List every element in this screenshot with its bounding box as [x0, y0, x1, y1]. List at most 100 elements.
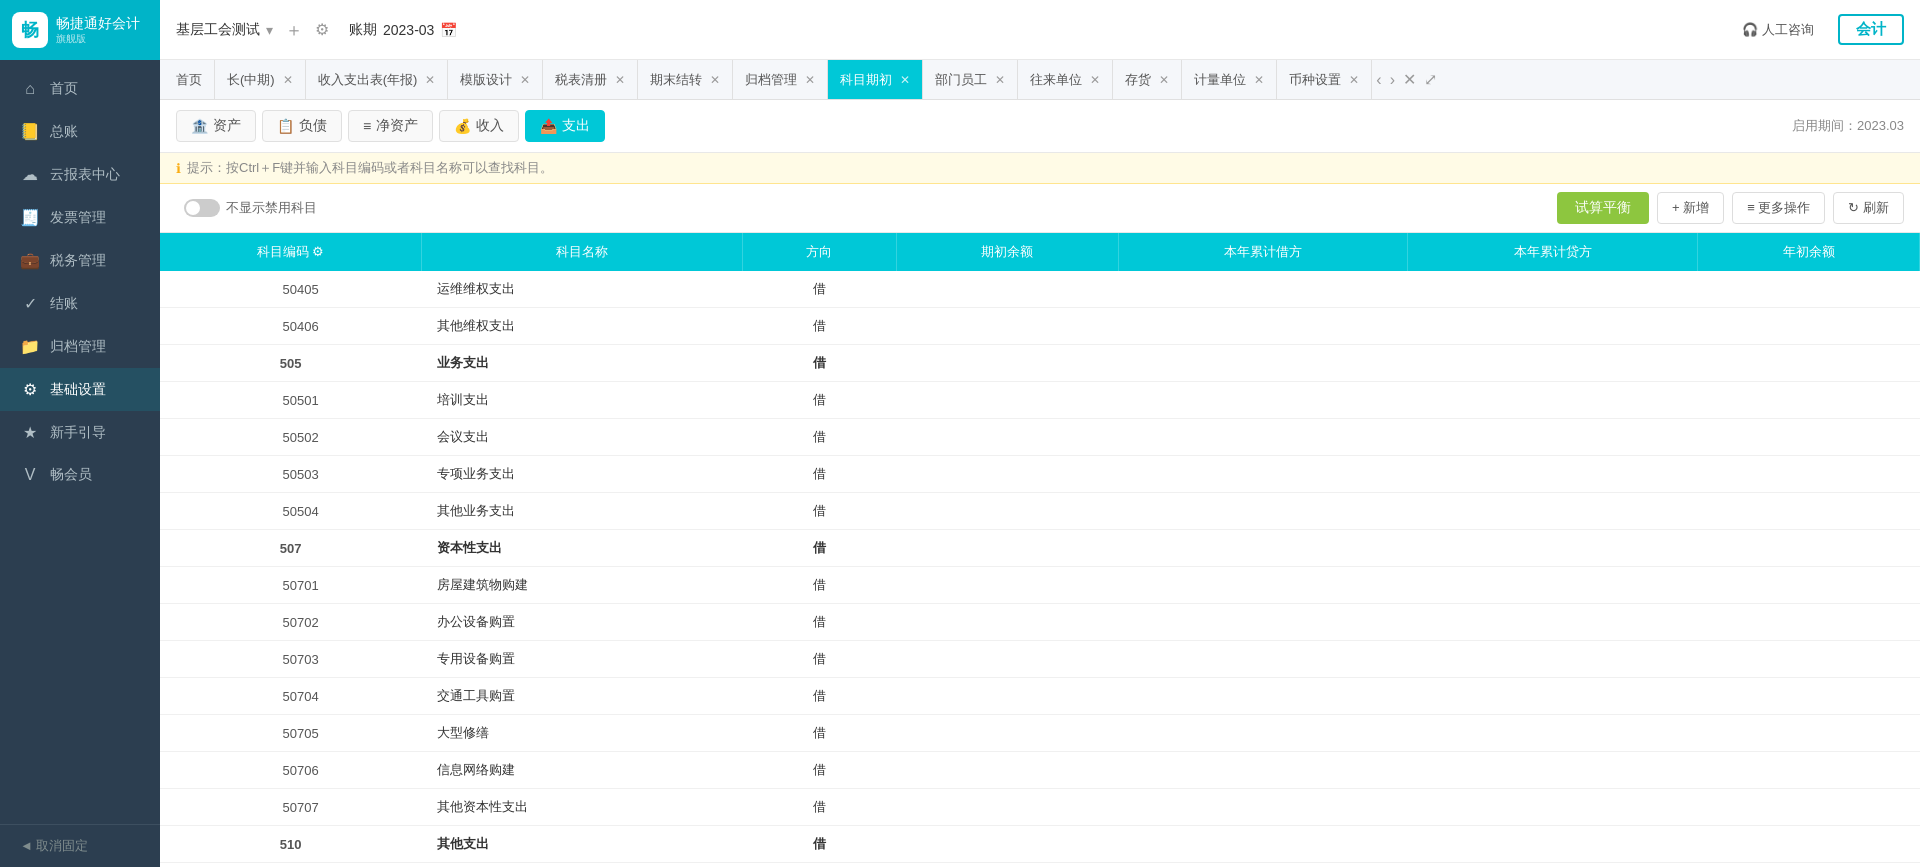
support-btn[interactable]: 🎧 人工咨询 — [1742, 21, 1814, 39]
table-row[interactable]: 50502 会议支出 借 — [160, 419, 1920, 456]
calendar-icon: 📅 — [440, 22, 457, 38]
tab-nav-prev[interactable]: ‹ — [1372, 71, 1385, 89]
tab-unit[interactable]: 计量单位✕ — [1182, 60, 1277, 100]
tab-label-currency: 币种设置 — [1289, 71, 1341, 89]
subtab-net_asset[interactable]: ≡净资产 — [348, 110, 433, 142]
table-row[interactable]: 50706 信息网络购建 借 — [160, 752, 1920, 789]
subtab-asset[interactable]: 🏦资产 — [176, 110, 256, 142]
action-toolbar: 不显示禁用科目 试算平衡 + 新增 ≡ 更多操作 ↻ 刷新 — [160, 184, 1920, 233]
add-btn[interactable]: + 新增 — [1657, 192, 1724, 224]
workspace-settings-icon[interactable]: ⚙ — [315, 20, 329, 39]
cell-name: 信息网络购建 — [421, 752, 742, 789]
toggle-disabled-subjects[interactable]: 不显示禁用科目 — [184, 199, 317, 217]
cell-debit-ytd — [1118, 345, 1408, 382]
tab-close-template[interactable]: ✕ — [520, 73, 530, 87]
balance-btn[interactable]: 试算平衡 — [1557, 192, 1649, 224]
table-row[interactable]: 50405 运维维权支出 借 — [160, 271, 1920, 308]
tab-close-partner[interactable]: ✕ — [1090, 73, 1100, 87]
tab-bs[interactable]: 长(中期)✕ — [215, 60, 306, 100]
tab-home[interactable]: 首页 — [164, 60, 215, 100]
subjects-table-wrap[interactable]: 科目编码 ⚙ 科目名称 方向 期初余额 本年累计借方 本年累计贷方 年初余额 5… — [160, 233, 1920, 867]
col-settings-icon[interactable]: ⚙ — [312, 244, 324, 259]
subjects-table: 科目编码 ⚙ 科目名称 方向 期初余额 本年累计借方 本年累计贷方 年初余额 5… — [160, 233, 1920, 863]
subtab-label-asset: 资产 — [213, 117, 241, 135]
cell-year-opening — [1698, 641, 1920, 678]
close-all-tabs-btn[interactable]: ✕ — [1399, 70, 1420, 89]
tab-tax[interactable]: 税表清册✕ — [543, 60, 638, 100]
period-selector[interactable]: 账期 2023-03 📅 — [349, 21, 457, 39]
nav-guide-icon: ★ — [20, 423, 40, 442]
chevron-down-icon: ▾ — [266, 22, 273, 38]
tab-close-stock[interactable]: ✕ — [1159, 73, 1169, 87]
tab-close-unit[interactable]: ✕ — [1254, 73, 1264, 87]
tab-label-stock: 存货 — [1125, 71, 1151, 89]
tab-close-income[interactable]: ✕ — [425, 73, 435, 87]
tab-close-tax[interactable]: ✕ — [615, 73, 625, 87]
tab-dept[interactable]: 部门员工✕ — [923, 60, 1018, 100]
table-row[interactable]: 50707 其他资本性支出 借 — [160, 789, 1920, 826]
col-opening: 期初余额 — [896, 233, 1118, 271]
subtab-liability[interactable]: 📋负债 — [262, 110, 342, 142]
tab-archive[interactable]: 归档管理✕ — [733, 60, 828, 100]
tab-close-currency[interactable]: ✕ — [1349, 73, 1359, 87]
cell-direction: 借 — [742, 419, 896, 456]
cell-opening — [896, 826, 1118, 863]
sidebar-item-home[interactable]: ⌂首页 — [0, 68, 160, 110]
tab-partner[interactable]: 往来单位✕ — [1018, 60, 1113, 100]
sidebar-item-member[interactable]: V畅会员 — [0, 454, 160, 496]
page-content: 🏦资产📋负债≡净资产💰收入📤支出启用期间：2023.03 ℹ 提示：按Ctrl＋… — [160, 100, 1920, 867]
tab-close-dept[interactable]: ✕ — [995, 73, 1005, 87]
tab-currency[interactable]: 币种设置 ✕ — [1277, 60, 1372, 100]
sidebar-item-settings[interactable]: ⚙基础设置 — [0, 368, 160, 411]
cell-credit-ytd — [1408, 345, 1698, 382]
tab-income[interactable]: 收入支出表(年报)✕ — [306, 60, 449, 100]
sidebar-item-guide[interactable]: ★新手引导 — [0, 411, 160, 454]
sidebar-item-archive[interactable]: 📁归档管理 — [0, 325, 160, 368]
subtab-expense[interactable]: 📤支出 — [525, 110, 605, 142]
account-btn[interactable]: 会计 — [1838, 14, 1904, 45]
sidebar-collapse-btn[interactable]: ◄ 取消固定 — [0, 824, 160, 867]
cell-credit-ytd — [1408, 567, 1698, 604]
tab-close-archive[interactable]: ✕ — [805, 73, 815, 87]
period-value: 2023-03 — [383, 22, 434, 38]
tab-stock[interactable]: 存货 ✕ — [1113, 60, 1182, 100]
tab-close-subject_init[interactable]: ✕ — [900, 73, 910, 87]
tab-template[interactable]: 模版设计✕ — [448, 60, 543, 100]
sidebar-item-report[interactable]: ☁云报表中心 — [0, 153, 160, 196]
tab-close-period_end[interactable]: ✕ — [710, 73, 720, 87]
nav-archive-label: 归档管理 — [50, 338, 106, 356]
table-row[interactable]: 50705 大型修缮 借 — [160, 715, 1920, 752]
table-row[interactable]: 50406 其他维权支出 借 — [160, 308, 1920, 345]
period-display: 启用期间：2023.03 — [1792, 117, 1904, 135]
subtab-label-net_asset: 净资产 — [376, 117, 418, 135]
nav-invoice-icon: 🧾 — [20, 208, 40, 227]
sidebar-item-ledger[interactable]: 📒总账 — [0, 110, 160, 153]
sidebar-item-invoice[interactable]: 🧾发票管理 — [0, 196, 160, 239]
table-row[interactable]: 50702 办公设备购置 借 — [160, 604, 1920, 641]
table-row[interactable]: 50504 其他业务支出 借 — [160, 493, 1920, 530]
add-workspace-btn[interactable]: ＋ — [285, 18, 303, 42]
table-row[interactable]: 50703 专用设备购置 借 — [160, 641, 1920, 678]
sidebar-item-tax[interactable]: 💼税务管理 — [0, 239, 160, 282]
toggle-switch[interactable] — [184, 199, 220, 217]
company-selector[interactable]: 基层工会测试 ▾ — [176, 21, 273, 39]
sidebar-item-settle[interactable]: ✓结账 — [0, 282, 160, 325]
more-actions-btn[interactable]: ≡ 更多操作 — [1732, 192, 1825, 224]
table-row[interactable]: 50501 培训支出 借 — [160, 382, 1920, 419]
tab-subject_init[interactable]: 科目期初✕ — [828, 60, 923, 100]
subtab-income2[interactable]: 💰收入 — [439, 110, 519, 142]
tab-close-bs[interactable]: ✕ — [283, 73, 293, 87]
info-icon: ℹ — [176, 161, 181, 176]
table-row[interactable]: 50704 交通工具购置 借 — [160, 678, 1920, 715]
tab-period_end[interactable]: 期末结转✕ — [638, 60, 733, 100]
table-row[interactable]: 507 资本性支出 借 — [160, 530, 1920, 567]
expand-icon[interactable]: ⤢ — [1420, 70, 1441, 89]
nav-settings-icon: ⚙ — [20, 380, 40, 399]
table-row[interactable]: 50701 房屋建筑物购建 借 — [160, 567, 1920, 604]
table-row[interactable]: 50503 专项业务支出 借 — [160, 456, 1920, 493]
table-row[interactable]: 510 其他支出 借 — [160, 826, 1920, 863]
refresh-btn[interactable]: ↻ 刷新 — [1833, 192, 1904, 224]
cell-opening — [896, 493, 1118, 530]
tab-nav-next[interactable]: › — [1386, 71, 1399, 89]
table-row[interactable]: 505 业务支出 借 — [160, 345, 1920, 382]
